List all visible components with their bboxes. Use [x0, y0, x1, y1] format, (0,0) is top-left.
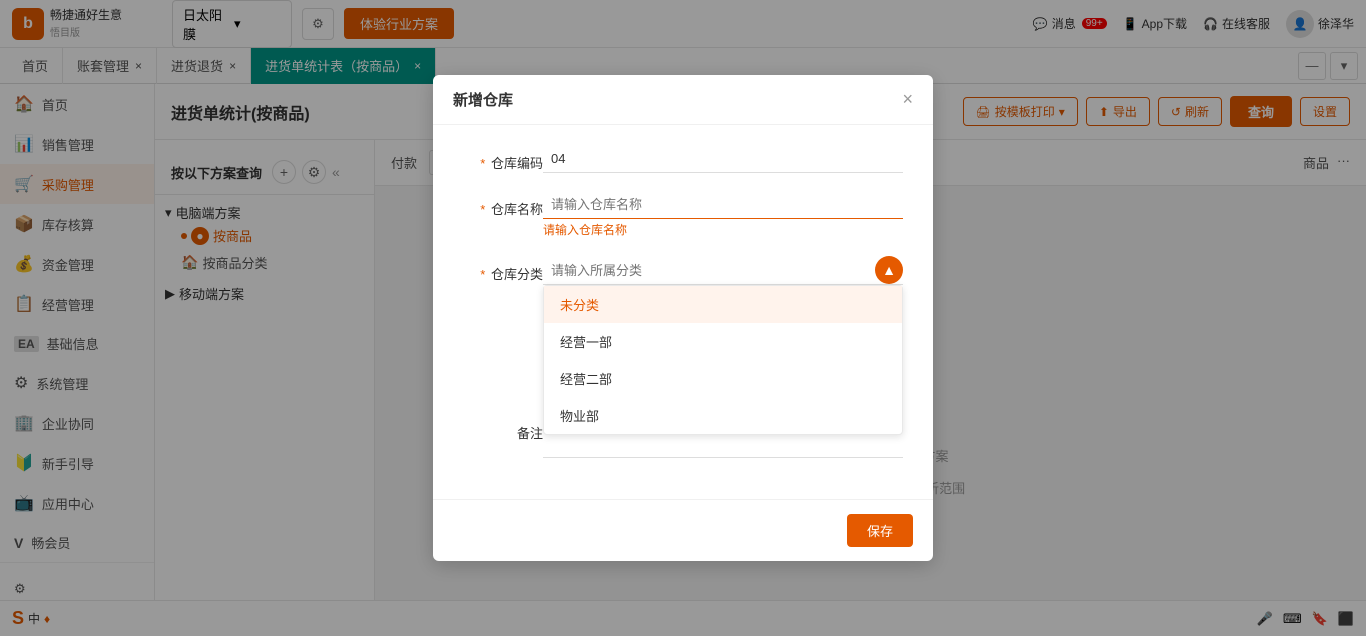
category-dropdown: 未分类 经营一部 经营二部 物业部 [543, 285, 903, 435]
required-star: * [480, 156, 485, 171]
name-field-wrap: 请输入仓库名称 [543, 191, 903, 238]
form-row-category: * 仓库分类 ▲ 未分类 经营一部 经营二部 物业部 [463, 256, 903, 285]
name-input[interactable] [543, 191, 903, 219]
code-input[interactable] [543, 145, 903, 173]
modal-body: * 仓库编码 * 仓库名称 请输入仓库名称 * 仓库分类 [433, 125, 933, 499]
name-error-msg: 请输入仓库名称 [543, 221, 903, 238]
category-input-wrap: ▲ [543, 256, 903, 285]
add-warehouse-modal: 新增仓库 × * 仓库编码 * 仓库名称 请输入仓库名称 [433, 75, 933, 561]
form-row-code: * 仓库编码 [463, 145, 903, 173]
category-toggle-button[interactable]: ▲ [875, 256, 903, 284]
modal-header: 新增仓库 × [433, 75, 933, 125]
save-button[interactable]: 保存 [847, 514, 913, 547]
note-label: 备注 [463, 415, 543, 442]
category-option-dept1[interactable]: 经营一部 [544, 323, 902, 360]
form-row-name: * 仓库名称 请输入仓库名称 [463, 191, 903, 238]
category-option-dept2[interactable]: 经营二部 [544, 360, 902, 397]
category-label: * 仓库分类 [463, 256, 543, 283]
modal-footer: 保存 [433, 499, 933, 561]
category-field-wrap: ▲ 未分类 经营一部 经营二部 物业部 [543, 256, 903, 285]
modal-title: 新增仓库 [453, 89, 513, 110]
name-label: * 仓库名称 [463, 191, 543, 218]
modal-close-button[interactable]: × [902, 89, 913, 110]
category-option-unclassified[interactable]: 未分类 [544, 286, 902, 323]
code-label: * 仓库编码 [463, 145, 543, 172]
code-field-wrap [543, 145, 903, 173]
category-input[interactable] [543, 257, 875, 284]
category-option-property[interactable]: 物业部 [544, 397, 902, 434]
